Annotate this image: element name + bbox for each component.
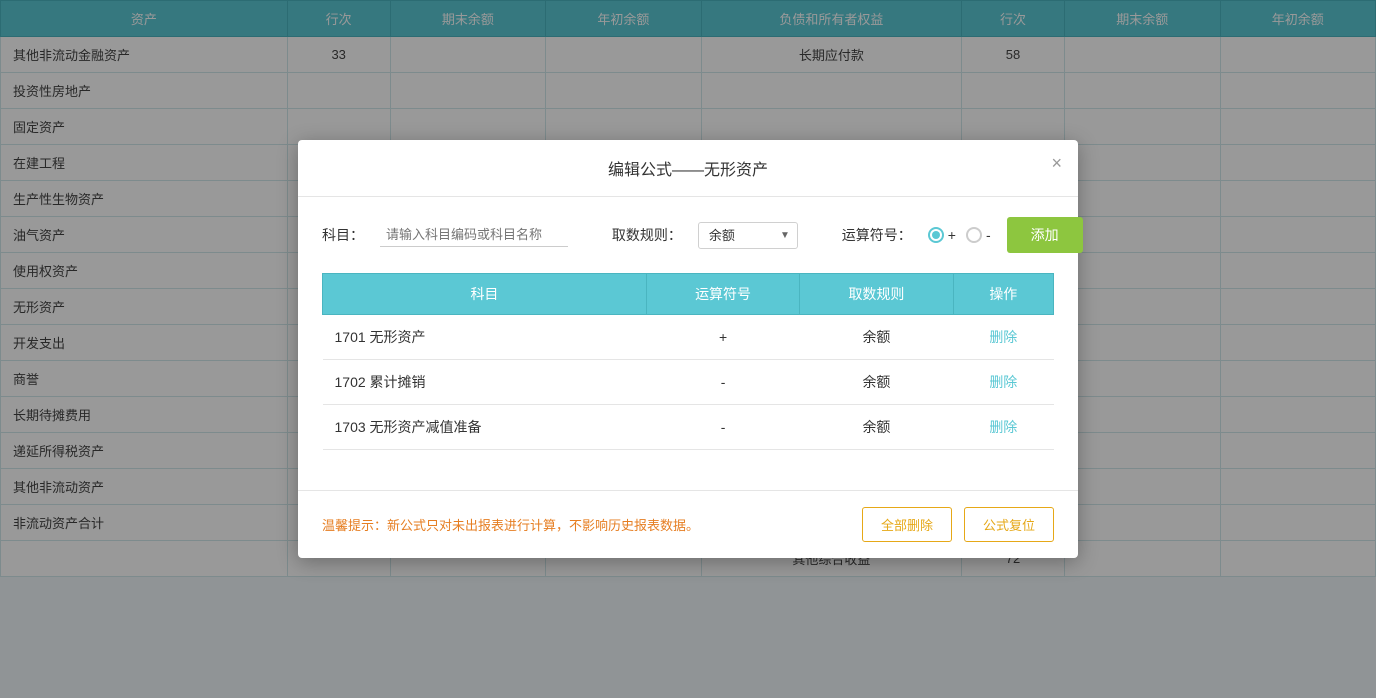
delete-button-3[interactable]: 删除 — [989, 419, 1017, 435]
modal-dialog: 编辑公式——无形资产 × 科目： 取数规则： 余额 借方发生额 贷方发生额 — [298, 140, 1078, 558]
rule-label: 取数规则： — [612, 225, 682, 245]
modal-footer: 温馨提示：新公式只对未出报表进行计算，不影响历史报表数据。 全部删除 公式复位 — [298, 490, 1078, 558]
reset-formula-button[interactable]: 公式复位 — [964, 507, 1054, 542]
td-subject-1: 1701 无形资产 — [323, 315, 647, 360]
th-rule: 取数规则 — [800, 274, 953, 315]
footer-buttons: 全部删除 公式复位 — [862, 507, 1054, 542]
rule-select[interactable]: 余额 借方发生额 贷方发生额 — [698, 222, 798, 249]
delete-all-button[interactable]: 全部删除 — [862, 507, 952, 542]
td-rule-2: 余额 — [800, 360, 953, 405]
radio-minus[interactable]: - — [966, 227, 991, 243]
add-button[interactable]: 添加 — [1007, 217, 1083, 253]
radio-plus[interactable]: + — [928, 227, 956, 243]
delete-button-2[interactable]: 删除 — [989, 374, 1017, 390]
close-button[interactable]: × — [1051, 154, 1062, 172]
modal-overlay: 编辑公式——无形资产 × 科目： 取数规则： 余额 借方发生额 贷方发生额 — [0, 0, 1376, 698]
modal-header: 编辑公式——无形资产 × — [298, 140, 1078, 197]
td-operator-1: + — [646, 315, 799, 360]
th-action: 操作 — [953, 274, 1053, 315]
th-subject: 科目 — [323, 274, 647, 315]
formula-table: 科目 运算符号 取数规则 操作 1701 无形资产 + 余额 删除 — [322, 273, 1054, 450]
table-row: 1702 累计摊销 - 余额 删除 — [323, 360, 1054, 405]
radio-minus-circle — [966, 227, 982, 243]
table-row: 1701 无形资产 + 余额 删除 — [323, 315, 1054, 360]
subject-input[interactable] — [380, 223, 568, 247]
operator-radio-group: + - — [928, 227, 991, 243]
form-separator1 — [588, 227, 592, 243]
td-subject-3: 1703 无形资产减值准备 — [323, 405, 647, 450]
delete-button-1[interactable]: 删除 — [989, 329, 1017, 345]
rule-select-wrap: 余额 借方发生额 贷方发生额 ▼ — [698, 222, 798, 249]
td-operator-3: - — [646, 405, 799, 450]
td-action-2: 删除 — [953, 360, 1053, 405]
page-container: 资产 行次 期末余额 年初余额 负债和所有者权益 行次 期末余额 年初余额 其他… — [0, 0, 1376, 698]
radio-minus-label: - — [986, 227, 991, 243]
operator-label: 运算符号： — [842, 225, 912, 245]
radio-plus-circle — [928, 227, 944, 243]
radio-plus-label: + — [948, 227, 956, 243]
td-action-3: 删除 — [953, 405, 1053, 450]
td-operator-2: - — [646, 360, 799, 405]
td-subject-2: 1702 累计摊销 — [323, 360, 647, 405]
td-action-1: 删除 — [953, 315, 1053, 360]
form-separator2 — [818, 227, 822, 243]
modal-title: 编辑公式——无形资产 — [608, 162, 768, 179]
table-row: 1703 无形资产减值准备 - 余额 删除 — [323, 405, 1054, 450]
td-rule-3: 余额 — [800, 405, 953, 450]
td-rule-1: 余额 — [800, 315, 953, 360]
th-operator: 运算符号 — [646, 274, 799, 315]
formula-form: 科目： 取数规则： 余额 借方发生额 贷方发生额 ▼ 运算符号： — [322, 217, 1054, 253]
subject-label: 科目： — [322, 225, 364, 245]
footer-hint: 温馨提示：新公式只对未出报表进行计算，不影响历史报表数据。 — [322, 515, 699, 534]
table-header-row: 科目 运算符号 取数规则 操作 — [323, 274, 1054, 315]
modal-body: 科目： 取数规则： 余额 借方发生额 贷方发生额 ▼ 运算符号： — [298, 197, 1078, 490]
